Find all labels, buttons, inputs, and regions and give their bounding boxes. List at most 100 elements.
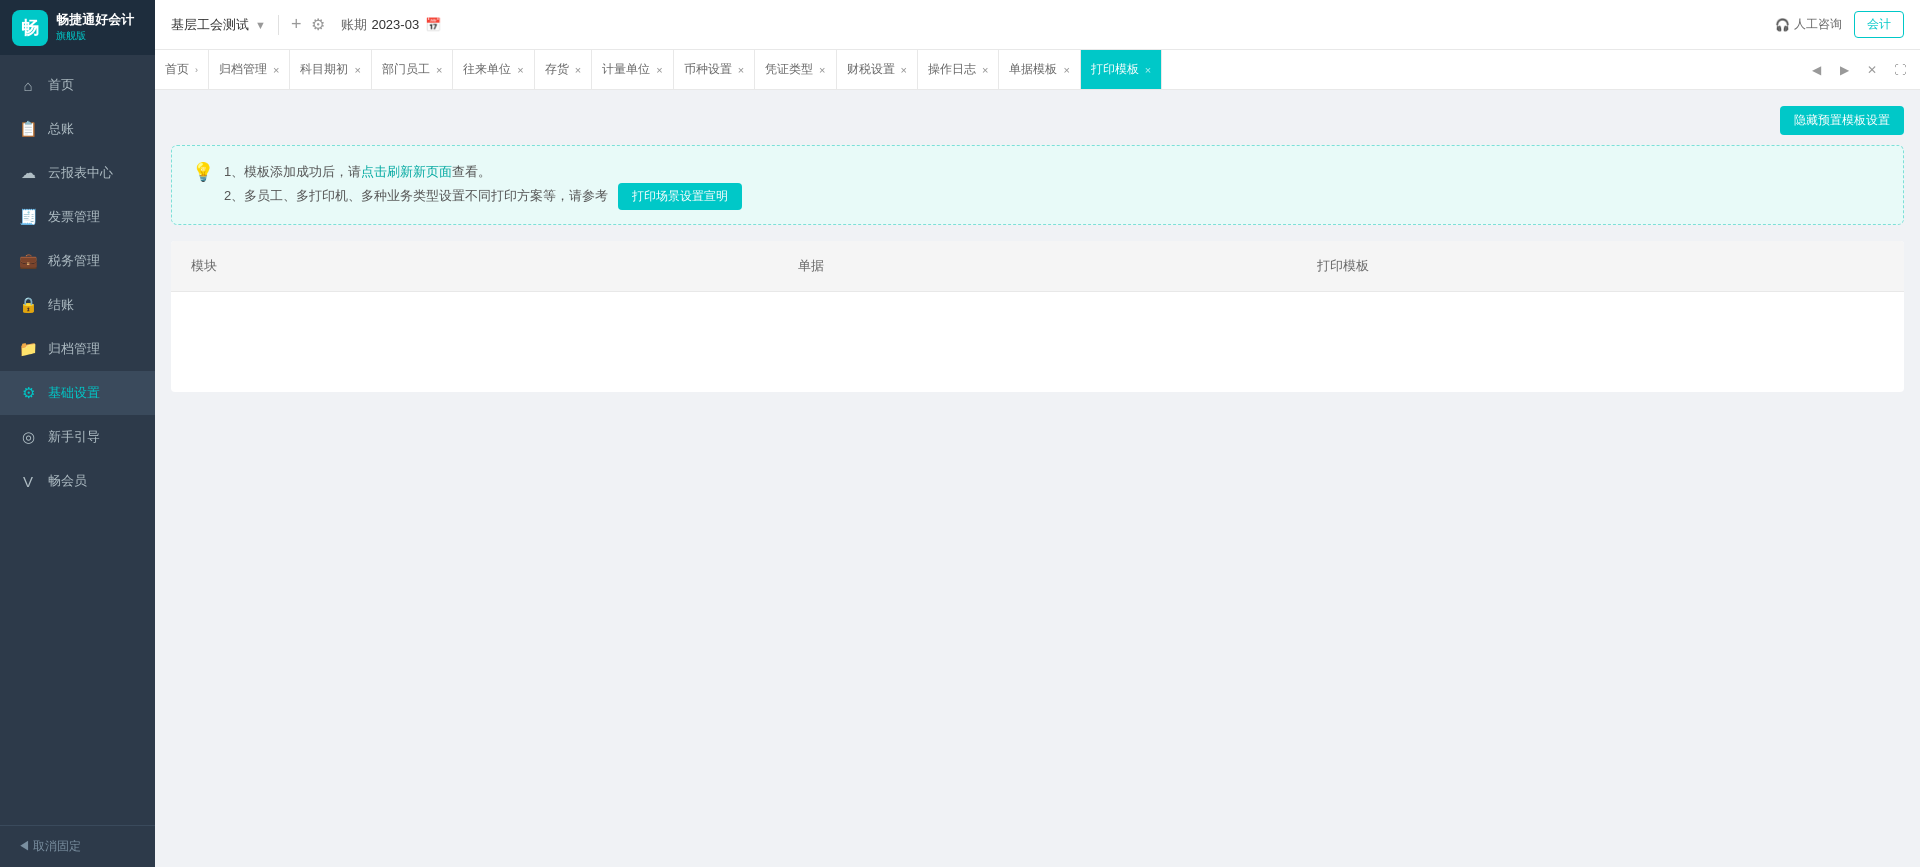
print-explain-button[interactable]: 打印场景设置宣明 — [618, 183, 742, 210]
sidebar-label-reports: 云报表中心 — [48, 164, 113, 182]
settings-icon: ⚙ — [18, 383, 38, 403]
divider — [278, 15, 279, 35]
sidebar-item-home[interactable]: ⌂ 首页 — [0, 63, 155, 107]
tab-close-tax_settings[interactable]: × — [901, 64, 907, 76]
cancel-fixed-button[interactable]: ◀ 取消固定 — [0, 825, 155, 867]
ledger-icon: 📋 — [18, 119, 38, 139]
tab-close-currency[interactable]: × — [738, 64, 744, 76]
tab-label-vendor: 往来单位 — [463, 61, 511, 78]
tab-close-single_template[interactable]: × — [1063, 64, 1069, 76]
tab-vendor[interactable]: 往来单位 × — [453, 50, 534, 89]
sidebar-item-member[interactable]: V 畅会员 — [0, 459, 155, 503]
topbar-right: 🎧 人工咨询 会计 — [1775, 11, 1904, 38]
info-box: 💡 1、模板添加成功后，请点击刷新新页面查看。 2、多员工、多打印机、多种业务类… — [171, 145, 1904, 225]
org-selector[interactable]: 基层工会测试 ▼ — [171, 16, 266, 34]
tab-home[interactable]: 首页 › — [155, 50, 209, 89]
support-button[interactable]: 🎧 人工咨询 — [1775, 16, 1842, 33]
tab-unit[interactable]: 计量单位× — [592, 50, 673, 89]
sidebar-item-guide[interactable]: ◎ 新手引导 — [0, 415, 155, 459]
sidebar-item-settings[interactable]: ⚙ 基础设置 — [0, 371, 155, 415]
sidebar-label-settings: 基础设置 — [48, 384, 100, 402]
tab-label-inventory: 存货 — [545, 61, 569, 78]
hide-preview-button[interactable]: 隐藏预置模板设置 — [1780, 106, 1904, 135]
reports-icon: ☁ — [18, 163, 38, 183]
support-label: 人工咨询 — [1794, 16, 1842, 33]
tab-inventory[interactable]: 存货 × — [535, 50, 592, 89]
period-label: 账期 — [341, 16, 367, 34]
sidebar-label-ledger: 总账 — [48, 120, 74, 138]
chevron-down-icon: ▼ — [255, 19, 266, 31]
sidebar-item-reports[interactable]: ☁ 云报表中心 — [0, 151, 155, 195]
tab-close-voucher_type[interactable]: × — [819, 64, 825, 76]
sidebar-nav: ⌂ 首页 📋 总账 ☁ 云报表中心 🧾 发票管理 💼 税务管理 🔒 结账 📁 归… — [0, 55, 155, 825]
tab-scroll-right[interactable]: ▶ — [1832, 58, 1856, 82]
tab-department[interactable]: 部门员工 × — [372, 50, 453, 89]
tab-expand[interactable]: ⛶ — [1888, 58, 1912, 82]
info-line2-prefix: 2、多员工、多打印机、多种业务类型设置不同打印方案等，请参考 — [224, 188, 608, 203]
tab-archive[interactable]: 归档管理× — [209, 50, 290, 89]
col-module: 模块 — [171, 251, 778, 281]
tab-subject[interactable]: 科目期初× — [290, 50, 371, 89]
tax-icon: 💼 — [18, 251, 38, 271]
tab-print_template[interactable]: 打印模板 × — [1081, 50, 1162, 89]
tab-tax_settings[interactable]: 财税设置 × — [837, 50, 918, 89]
account-button[interactable]: 会计 — [1854, 11, 1904, 38]
col-document: 单据 — [778, 251, 1298, 281]
tab-label-tax_settings: 财税设置 — [847, 61, 895, 78]
logo-title: 畅捷通好会计 — [56, 12, 134, 28]
tab-close-archive[interactable]: × — [273, 64, 279, 76]
archive-icon: 📁 — [18, 339, 38, 359]
sidebar-item-invoice[interactable]: 🧾 发票管理 — [0, 195, 155, 239]
period-value: 2023-03 — [371, 17, 419, 32]
tab-label-home: 首页 — [165, 61, 189, 78]
info-line1-suffix: 查看。 — [452, 164, 491, 179]
close-icon: 🔒 — [18, 295, 38, 315]
logo-subtitle: 旗舰版 — [56, 29, 134, 43]
member-icon: V — [18, 471, 38, 491]
tab-label-voucher_type: 凭证类型 — [765, 61, 813, 78]
sidebar-item-ledger[interactable]: 📋 总账 — [0, 107, 155, 151]
info-line-1: 1、模板添加成功后，请点击刷新新页面查看。 — [224, 160, 1883, 183]
sidebar-label-invoice: 发票管理 — [48, 208, 100, 226]
tab-close-print_template[interactable]: × — [1145, 64, 1151, 76]
table-body — [171, 292, 1904, 392]
tab-label-currency: 币种设置 — [684, 61, 732, 78]
tab-label-single_template: 单据模板 — [1009, 61, 1057, 78]
tab-label-print_template: 打印模板 — [1091, 61, 1139, 78]
tab-close-vendor[interactable]: × — [517, 64, 523, 76]
sidebar-label-close: 结账 — [48, 296, 74, 314]
tab-currency[interactable]: 币种设置 × — [674, 50, 755, 89]
add-org-button[interactable]: + — [291, 14, 302, 35]
tab-close-all[interactable]: ✕ — [1860, 58, 1884, 82]
tabbar-controls: ◀ ▶ ✕ ⛶ — [1796, 50, 1920, 89]
sidebar-item-archive[interactable]: 📁 归档管理 — [0, 327, 155, 371]
logo-text: 畅捷通好会计 旗舰版 — [56, 12, 134, 44]
period-selector[interactable]: 账期 2023-03 📅 — [341, 16, 441, 34]
main-area: 基层工会测试 ▼ + ⚙ 账期 2023-03 📅 🎧 人工咨询 会计 首页 › 归… — [155, 0, 1920, 867]
sidebar-label-tax: 税务管理 — [48, 252, 100, 270]
tab-close-unit[interactable]: × — [656, 64, 662, 76]
tab-voucher_type[interactable]: 凭证类型 × — [755, 50, 836, 89]
info-box-content: 1、模板添加成功后，请点击刷新新页面查看。 2、多员工、多打印机、多种业务类型设… — [224, 160, 1883, 210]
tab-close-department[interactable]: × — [436, 64, 442, 76]
print-template-table: 模块 单据 打印模板 — [171, 241, 1904, 392]
home-icon: ⌂ — [18, 75, 38, 95]
tab-single_template[interactable]: 单据模板 × — [999, 50, 1080, 89]
tabbar: 首页›归档管理×科目期初×部门员工×往来单位×存货×计量单位×币种设置×凭证类型… — [155, 50, 1920, 90]
tab-scroll-left[interactable]: ◀ — [1804, 58, 1828, 82]
refresh-link[interactable]: 点击刷新新页面 — [361, 164, 452, 179]
tab-label-operation_log: 操作日志 — [928, 61, 976, 78]
sidebar-item-close[interactable]: 🔒 结账 — [0, 283, 155, 327]
tab-arrow-home: › — [195, 65, 198, 75]
col-print-template: 打印模板 — [1297, 251, 1904, 281]
tab-label-department: 部门员工 — [382, 61, 430, 78]
sidebar-item-tax[interactable]: 💼 税务管理 — [0, 239, 155, 283]
org-settings-button[interactable]: ⚙ — [311, 15, 325, 34]
tab-operation_log[interactable]: 操作日志 × — [918, 50, 999, 89]
tab-close-operation_log[interactable]: × — [982, 64, 988, 76]
sidebar-label-archive: 归档管理 — [48, 340, 100, 358]
sidebar-label-guide: 新手引导 — [48, 428, 100, 446]
tab-close-inventory[interactable]: × — [575, 64, 581, 76]
tab-close-subject[interactable]: × — [354, 64, 360, 76]
guide-icon: ◎ — [18, 427, 38, 447]
